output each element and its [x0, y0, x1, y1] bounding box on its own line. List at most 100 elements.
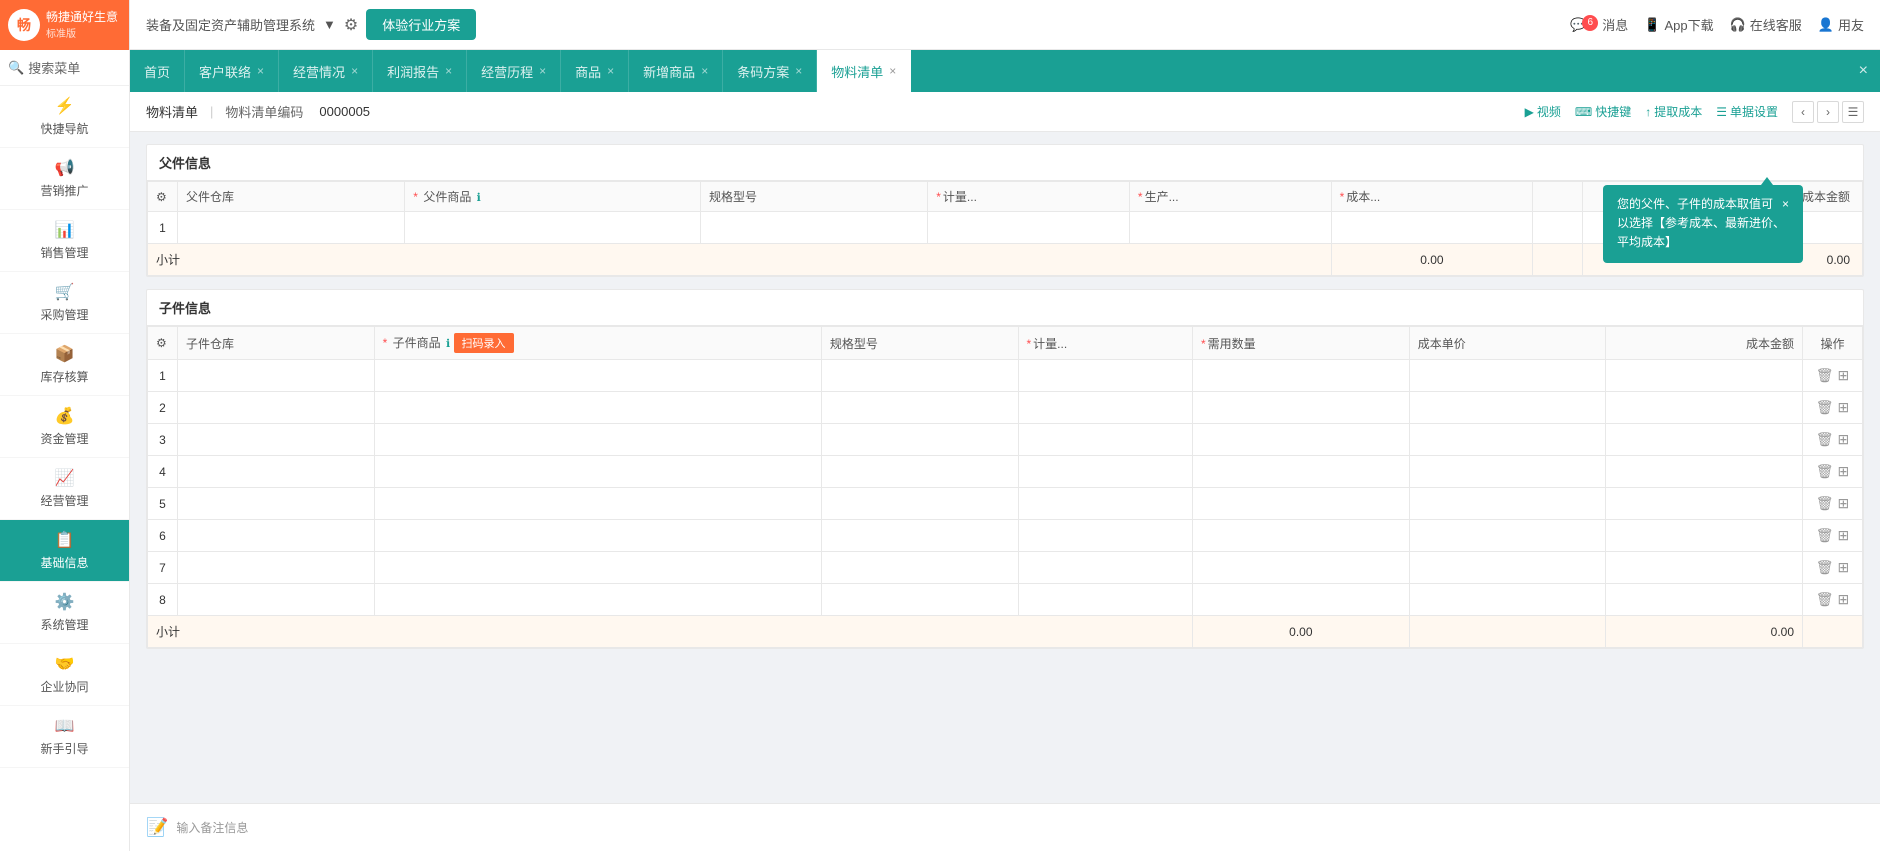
child-warehouse-2[interactable]	[178, 392, 375, 424]
child-warehouse-7[interactable]	[178, 552, 375, 584]
sidebar-item-system[interactable]: ⚙️ 系统管理	[0, 582, 129, 644]
child-unit-1[interactable]	[1018, 360, 1192, 392]
app-download-item[interactable]: 📱 App下载	[1644, 15, 1713, 34]
child-spec-4[interactable]	[821, 456, 1018, 488]
message-item[interactable]: 💬 6 消息	[1570, 15, 1628, 34]
settings-icon[interactable]: ⚙	[344, 15, 358, 35]
child-unitcost-1[interactable]	[1409, 360, 1606, 392]
parent-warehouse-1[interactable]	[178, 212, 405, 244]
child-settings-icon[interactable]: ⚙	[156, 336, 167, 350]
delete-icon-1[interactable]: 🗑	[1816, 367, 1834, 384]
copy-icon-7[interactable]: ⊞	[1838, 559, 1850, 576]
copy-icon-4[interactable]: ⊞	[1838, 463, 1850, 480]
copy-icon-2[interactable]: ⊞	[1838, 399, 1850, 416]
tab-bom-close[interactable]: ×	[889, 64, 896, 78]
child-unit-3[interactable]	[1018, 424, 1192, 456]
child-unit-4[interactable]	[1018, 456, 1192, 488]
tab-profit[interactable]: 利润报告 ×	[373, 50, 467, 92]
tab-barcode[interactable]: 条码方案 ×	[723, 50, 817, 92]
sidebar-item-finance[interactable]: 💰 资金管理	[0, 396, 129, 458]
copy-icon-6[interactable]: ⊞	[1838, 527, 1850, 544]
tooltip-close-icon[interactable]: ×	[1782, 195, 1789, 214]
sidebar-item-operation[interactable]: 📈 经营管理	[0, 458, 129, 520]
child-quantity-2[interactable]	[1192, 392, 1409, 424]
child-quantity-8[interactable]	[1192, 584, 1409, 616]
child-spec-1[interactable]	[821, 360, 1018, 392]
child-quantity-6[interactable]	[1192, 520, 1409, 552]
tab-history[interactable]: 经营历程 ×	[467, 50, 561, 92]
child-quantity-1[interactable]	[1192, 360, 1409, 392]
sidebar-item-marketing[interactable]: 📢 营销推广	[0, 148, 129, 210]
parent-goods-1[interactable]	[405, 212, 701, 244]
copy-icon-3[interactable]: ⊞	[1838, 431, 1850, 448]
delete-icon-7[interactable]: 🗑	[1816, 559, 1834, 576]
global-close-icon[interactable]: ×	[1847, 62, 1880, 80]
child-quantity-3[interactable]	[1192, 424, 1409, 456]
child-quantity-4[interactable]	[1192, 456, 1409, 488]
child-goods-1[interactable]	[374, 360, 821, 392]
tab-customer-close[interactable]: ×	[257, 64, 264, 78]
delete-icon-8[interactable]: 🗑	[1816, 591, 1834, 608]
child-goods-5[interactable]	[374, 488, 821, 520]
child-goods-6[interactable]	[374, 520, 821, 552]
delete-icon-6[interactable]: 🗑	[1816, 527, 1834, 544]
sidebar-item-purchase[interactable]: 🛒 采购管理	[0, 272, 129, 334]
tab-home[interactable]: 首页	[130, 50, 185, 92]
child-goods-4[interactable]	[374, 456, 821, 488]
child-unitcost-8[interactable]	[1409, 584, 1606, 616]
child-warehouse-6[interactable]	[178, 520, 375, 552]
child-unitcost-4[interactable]	[1409, 456, 1606, 488]
child-goods-2[interactable]	[374, 392, 821, 424]
nav-menu-btn[interactable]: ☰	[1842, 101, 1864, 123]
sidebar-item-guide[interactable]: 📖 新手引导	[0, 706, 129, 768]
child-unitcost-7[interactable]	[1409, 552, 1606, 584]
system-dropdown-icon[interactable]: ▼	[323, 17, 336, 32]
parent-unit-1[interactable]	[928, 212, 1130, 244]
user-item[interactable]: 👤 用友	[1818, 15, 1864, 34]
sidebar-item-collab[interactable]: 🤝 企业协同	[0, 644, 129, 706]
copy-icon-8[interactable]: ⊞	[1838, 591, 1850, 608]
child-warehouse-5[interactable]	[178, 488, 375, 520]
child-unit-7[interactable]	[1018, 552, 1192, 584]
trial-button[interactable]: 体验行业方案	[366, 9, 476, 40]
child-spec-7[interactable]	[821, 552, 1018, 584]
child-warehouse-8[interactable]	[178, 584, 375, 616]
child-goods-3[interactable]	[374, 424, 821, 456]
delete-icon-3[interactable]: 🗑	[1816, 431, 1834, 448]
delete-icon-2[interactable]: 🗑	[1816, 399, 1834, 416]
child-unit-2[interactable]	[1018, 392, 1192, 424]
child-spec-2[interactable]	[821, 392, 1018, 424]
sidebar-item-basic[interactable]: 📋 基础信息	[0, 520, 129, 582]
delete-icon-4[interactable]: 🗑	[1816, 463, 1834, 480]
tab-barcode-close[interactable]: ×	[795, 64, 802, 78]
child-unitcost-6[interactable]	[1409, 520, 1606, 552]
sidebar-item-quicknav[interactable]: ⚡ 快捷导航	[0, 86, 129, 148]
child-goods-7[interactable]	[374, 552, 821, 584]
copy-icon-5[interactable]: ⊞	[1838, 495, 1850, 512]
child-warehouse-3[interactable]	[178, 424, 375, 456]
tab-newgoods-close[interactable]: ×	[701, 64, 708, 78]
settings-col-icon[interactable]: ⚙	[156, 190, 167, 204]
child-spec-6[interactable]	[821, 520, 1018, 552]
toolbar-shortcut[interactable]: ⌨ 快捷键	[1575, 103, 1631, 120]
child-unitcost-2[interactable]	[1409, 392, 1606, 424]
tab-profit-close[interactable]: ×	[445, 64, 452, 78]
child-unit-8[interactable]	[1018, 584, 1192, 616]
child-warehouse-1[interactable]	[178, 360, 375, 392]
tab-newgoods[interactable]: 新增商品 ×	[629, 50, 723, 92]
child-quantity-7[interactable]	[1192, 552, 1409, 584]
tab-bom[interactable]: 物料清单 ×	[817, 50, 911, 92]
online-service-item[interactable]: 🎧 在线客服	[1730, 15, 1802, 34]
child-unitcost-3[interactable]	[1409, 424, 1606, 456]
tab-goods-close[interactable]: ×	[607, 64, 614, 78]
nav-next-btn[interactable]: ›	[1817, 101, 1839, 123]
sidebar-search[interactable]: 🔍 搜索菜单	[0, 50, 129, 86]
parent-production-1[interactable]	[1129, 212, 1331, 244]
sidebar-item-inventory[interactable]: 📦 库存核算	[0, 334, 129, 396]
tab-operation-close[interactable]: ×	[351, 64, 358, 78]
child-quantity-5[interactable]	[1192, 488, 1409, 520]
child-warehouse-4[interactable]	[178, 456, 375, 488]
toolbar-view[interactable]: ▶ 视频	[1525, 103, 1561, 120]
tab-goods[interactable]: 商品 ×	[561, 50, 629, 92]
child-spec-8[interactable]	[821, 584, 1018, 616]
